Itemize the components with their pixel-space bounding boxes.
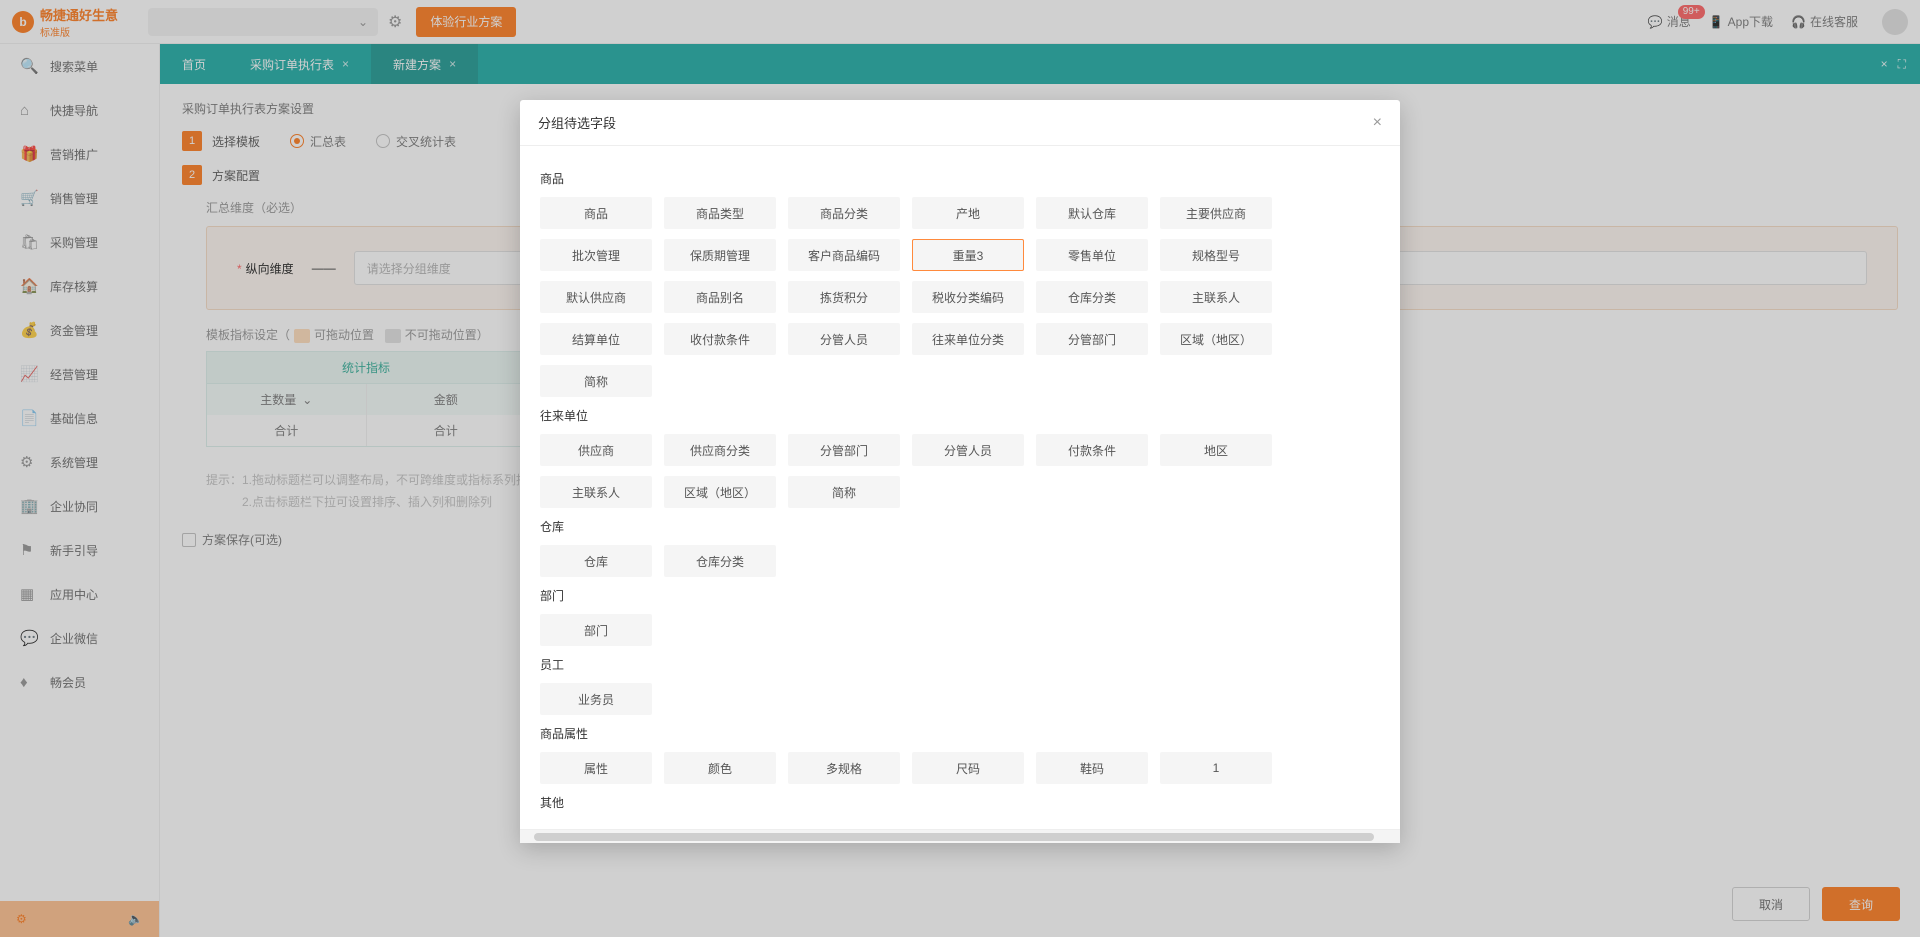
field-chip[interactable]: 收付款条件 bbox=[664, 323, 776, 355]
field-chip[interactable]: 重量3 bbox=[912, 239, 1024, 271]
field-chip[interactable]: 简称 bbox=[540, 365, 652, 397]
field-chip[interactable]: 分管人员 bbox=[912, 434, 1024, 466]
field-chip[interactable]: 部门 bbox=[540, 614, 652, 646]
field-chip[interactable]: 地区 bbox=[1160, 434, 1272, 466]
field-chip[interactable]: 仓库分类 bbox=[1036, 281, 1148, 313]
chip-group: 部门 bbox=[540, 614, 1380, 646]
group-title: 员工 bbox=[540, 656, 1380, 673]
field-chip[interactable]: 区域（地区） bbox=[664, 476, 776, 508]
field-chip[interactable]: 商品别名 bbox=[664, 281, 776, 313]
field-chip[interactable]: 供应商 bbox=[540, 434, 652, 466]
field-chip[interactable]: 规格型号 bbox=[1160, 239, 1272, 271]
field-chip[interactable]: 鞋码 bbox=[1036, 752, 1148, 784]
group-title: 商品 bbox=[540, 170, 1380, 187]
group-title: 部门 bbox=[540, 587, 1380, 604]
field-select-modal: 分组待选字段 × 商品商品商品类型商品分类产地默认仓库主要供应商批次管理保质期管… bbox=[520, 100, 1400, 843]
field-chip[interactable]: 仓库 bbox=[540, 545, 652, 577]
group-title: 其他 bbox=[540, 794, 1380, 811]
chip-group: 供应商供应商分类分管部门分管人员付款条件地区主联系人区域（地区） 简称 bbox=[540, 434, 1380, 508]
field-chip[interactable]: 批次管理 bbox=[540, 239, 652, 271]
modal-h-scrollbar[interactable] bbox=[520, 829, 1400, 843]
field-chip[interactable]: 商品类型 bbox=[664, 197, 776, 229]
field-chip[interactable]: 付款条件 bbox=[1036, 434, 1148, 466]
field-chip[interactable]: 尺码 bbox=[912, 752, 1024, 784]
field-chip[interactable]: 颜色 bbox=[664, 752, 776, 784]
modal-body: 商品商品商品类型商品分类产地默认仓库主要供应商批次管理保质期管理客户商品编码重量… bbox=[520, 146, 1400, 829]
field-chip[interactable]: 结算单位 bbox=[540, 323, 652, 355]
field-chip[interactable]: 简称 bbox=[788, 476, 900, 508]
modal-header: 分组待选字段 × bbox=[520, 100, 1400, 146]
modal-title: 分组待选字段 bbox=[538, 113, 616, 132]
field-chip[interactable]: 分管人员 bbox=[788, 323, 900, 355]
chip-group: 仓库仓库分类 bbox=[540, 545, 1380, 577]
chip-group: 业务员 bbox=[540, 683, 1380, 715]
field-chip[interactable]: 区域（地区） bbox=[1160, 323, 1272, 355]
field-chip[interactable]: 产地 bbox=[912, 197, 1024, 229]
field-chip[interactable]: 分管部门 bbox=[788, 434, 900, 466]
field-chip[interactable]: 属性 bbox=[540, 752, 652, 784]
field-chip[interactable]: 往来单位分类 bbox=[912, 323, 1024, 355]
field-chip[interactable]: 默认供应商 bbox=[540, 281, 652, 313]
field-chip[interactable]: 主联系人 bbox=[1160, 281, 1272, 313]
field-chip[interactable]: 多规格 bbox=[788, 752, 900, 784]
field-chip[interactable]: 默认仓库 bbox=[1036, 197, 1148, 229]
field-chip[interactable]: 供应商分类 bbox=[664, 434, 776, 466]
chip-group: 商品商品类型商品分类产地默认仓库主要供应商批次管理保质期管理客户商品编码重量3 零… bbox=[540, 197, 1380, 397]
chip-group: 属性颜色多规格尺码鞋码 1 bbox=[540, 752, 1380, 784]
modal-close-icon[interactable]: × bbox=[1373, 114, 1382, 132]
field-chip[interactable]: 主联系人 bbox=[540, 476, 652, 508]
field-chip[interactable]: 分管部门 bbox=[1036, 323, 1148, 355]
group-title: 仓库 bbox=[540, 518, 1380, 535]
field-chip[interactable]: 商品分类 bbox=[788, 197, 900, 229]
field-chip[interactable]: 零售单位 bbox=[1036, 239, 1148, 271]
field-chip[interactable]: 拣货积分 bbox=[788, 281, 900, 313]
field-chip[interactable]: 保质期管理 bbox=[664, 239, 776, 271]
field-chip[interactable]: 仓库分类 bbox=[664, 545, 776, 577]
field-chip[interactable]: 税收分类编码 bbox=[912, 281, 1024, 313]
field-chip[interactable]: 主要供应商 bbox=[1160, 197, 1272, 229]
group-title: 商品属性 bbox=[540, 725, 1380, 742]
field-chip[interactable]: 业务员 bbox=[540, 683, 652, 715]
group-title: 往来单位 bbox=[540, 407, 1380, 424]
field-chip[interactable]: 1 bbox=[1160, 752, 1272, 784]
field-chip[interactable]: 客户商品编码 bbox=[788, 239, 900, 271]
field-chip[interactable]: 商品 bbox=[540, 197, 652, 229]
